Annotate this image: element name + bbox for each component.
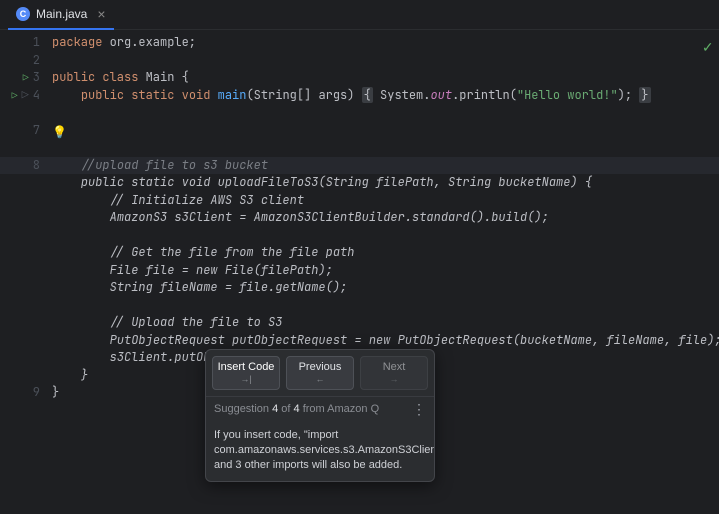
code-line: // Initialize AWS S3 client bbox=[48, 192, 719, 210]
suggestion-popup: Insert Code→| Previous← Next→ Suggestion… bbox=[205, 349, 435, 482]
java-class-icon: C bbox=[16, 7, 30, 21]
gutter-line bbox=[0, 244, 48, 262]
code-line bbox=[48, 104, 719, 122]
tab-main-java[interactable]: C Main.java × bbox=[8, 0, 114, 30]
code-line: //upload file to s3 bucket bbox=[48, 157, 719, 175]
gutter-line: 9 bbox=[0, 384, 48, 402]
gutter-line bbox=[0, 297, 48, 315]
tab-bar: C Main.java × bbox=[0, 0, 719, 30]
run-icon[interactable]: ▷ bbox=[23, 69, 29, 87]
gutter-line bbox=[0, 209, 48, 227]
gutter-line: 7 bbox=[0, 122, 48, 140]
gutter-line bbox=[0, 332, 48, 350]
gutter: 1 2 ▷3 ▷▷4 7 8 9 bbox=[0, 30, 48, 514]
code-line: package org.example; bbox=[48, 34, 719, 52]
more-options-icon[interactable]: ⋮ bbox=[412, 401, 426, 418]
gutter-line bbox=[0, 349, 48, 367]
run-icon[interactable]: ▷ bbox=[12, 87, 18, 105]
gutter-line: ▷3 bbox=[0, 69, 48, 87]
lightbulb-icon[interactable]: 💡 bbox=[52, 124, 67, 142]
gutter-line: 1 bbox=[0, 34, 48, 52]
gutter-line bbox=[0, 104, 48, 122]
code-line bbox=[48, 122, 719, 140]
previous-button[interactable]: Previous← bbox=[286, 356, 354, 390]
next-button[interactable]: Next→ bbox=[360, 356, 428, 390]
gutter-line bbox=[0, 279, 48, 297]
code-line: String fileName = file.getName(); bbox=[48, 279, 719, 297]
code-line: PutObjectRequest putObjectRequest = new … bbox=[48, 332, 719, 350]
code-line: // Upload the file to S3 bbox=[48, 314, 719, 332]
suggestion-message: If you insert code, "import com.amazonaw… bbox=[206, 422, 434, 481]
code-line: File file = new File(filePath); bbox=[48, 262, 719, 280]
gutter-line bbox=[0, 192, 48, 210]
code-line: public static void main(String[] args) {… bbox=[48, 87, 719, 105]
close-icon[interactable]: × bbox=[97, 6, 105, 22]
code-line: // Get the file from the file path bbox=[48, 244, 719, 262]
code-line bbox=[48, 139, 719, 157]
gutter-line: 8 bbox=[0, 157, 48, 175]
gutter-line bbox=[0, 367, 48, 385]
code-line: public static void uploadFileToS3(String… bbox=[48, 174, 719, 192]
code-line bbox=[48, 52, 719, 70]
suggestion-counter: Suggestion 4 of 4 from Amazon Q ⋮ bbox=[206, 396, 434, 422]
gutter-line bbox=[0, 314, 48, 332]
code-line: AmazonS3 s3Client = AmazonS3ClientBuilde… bbox=[48, 209, 719, 227]
code-line: public class Main { bbox=[48, 69, 719, 87]
gutter-line: 2 bbox=[0, 52, 48, 70]
code-line bbox=[48, 297, 719, 315]
code-line bbox=[48, 227, 719, 245]
gutter-line: ▷▷4 bbox=[0, 87, 48, 105]
gutter-line bbox=[0, 139, 48, 157]
insert-code-button[interactable]: Insert Code→| bbox=[212, 356, 280, 390]
gutter-line bbox=[0, 262, 48, 280]
tab-label: Main.java bbox=[36, 7, 87, 21]
gutter-line bbox=[0, 227, 48, 245]
gutter-line bbox=[0, 174, 48, 192]
